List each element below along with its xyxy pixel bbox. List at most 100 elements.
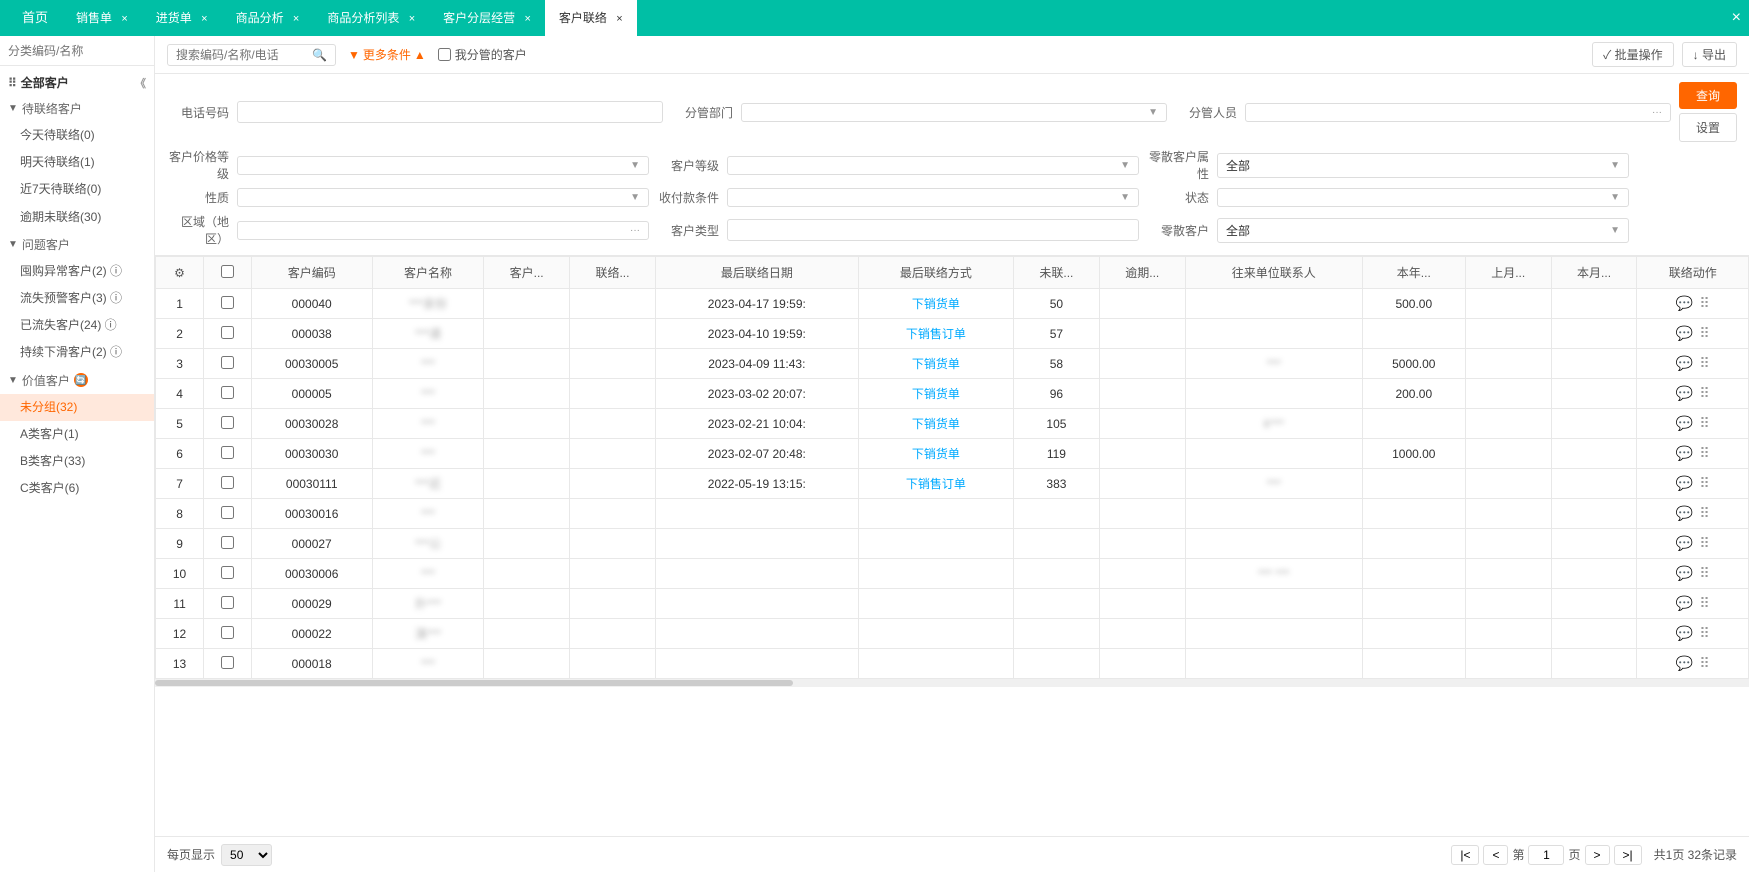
more-icon[interactable]: ⠿	[1699, 385, 1709, 402]
filter-payment-select[interactable]: ▼	[727, 188, 1139, 207]
reset-btn[interactable]: 设置	[1679, 113, 1737, 142]
row-last-method[interactable]: 下销货单	[858, 379, 1013, 409]
row-checkbox-cell[interactable]	[204, 529, 251, 559]
more-icon[interactable]: ⠿	[1699, 415, 1709, 432]
score-item-a[interactable]: A类客户(1)	[0, 421, 154, 448]
chat-icon[interactable]: 💬	[1676, 295, 1693, 312]
row-action[interactable]: 💬⠿	[1637, 409, 1749, 439]
row-action[interactable]: 💬⠿	[1637, 529, 1749, 559]
row-action[interactable]: 💬⠿	[1637, 439, 1749, 469]
row-checkbox-cell[interactable]	[204, 409, 251, 439]
pending-item-7days[interactable]: 近7天待联络(0)	[0, 176, 154, 203]
more-icon[interactable]: ⠿	[1699, 325, 1709, 342]
row-last-method[interactable]: 下销货单	[858, 409, 1013, 439]
more-icon[interactable]: ⠿	[1699, 445, 1709, 462]
more-icon[interactable]: ⠿	[1699, 625, 1709, 642]
row-checkbox[interactable]	[221, 596, 234, 609]
row-action[interactable]: 💬⠿	[1637, 619, 1749, 649]
row-checkbox[interactable]	[221, 386, 234, 399]
row-action[interactable]: 💬⠿	[1637, 559, 1749, 589]
row-checkbox-cell[interactable]	[204, 319, 251, 349]
nav-purchase[interactable]: 进货单 ×	[142, 0, 222, 36]
row-last-method[interactable]: 下销货单	[858, 439, 1013, 469]
batch-ops-btn[interactable]: ✓ 批量操作	[1592, 42, 1674, 67]
row-last-method-link[interactable]: 下销货单	[912, 387, 960, 401]
row-checkbox-cell[interactable]	[204, 349, 251, 379]
row-action[interactable]: 💬⠿	[1637, 469, 1749, 499]
row-action[interactable]: 💬⠿	[1637, 349, 1749, 379]
row-checkbox-cell[interactable]	[204, 469, 251, 499]
more-icon[interactable]: ⠿	[1699, 355, 1709, 372]
filter-scatter-cust-select[interactable]: 全部▼	[1217, 218, 1629, 243]
row-checkbox[interactable]	[221, 446, 234, 459]
row-last-method[interactable]: 下销货单	[858, 349, 1013, 379]
row-last-method-link[interactable]: 下销售订单	[906, 477, 966, 491]
nav-home[interactable]: 首页	[8, 0, 62, 36]
all-customers-header[interactable]: ⠿ 全部客户 《	[0, 66, 154, 95]
more-conditions-btn[interactable]: ▼ 更多条件 ▲	[348, 46, 426, 63]
row-checkbox[interactable]	[221, 506, 234, 519]
nav-product-analysis-list[interactable]: 商品分析列表 ×	[313, 0, 429, 36]
nav-sales[interactable]: 销售单 ×	[62, 0, 142, 36]
chat-icon[interactable]: 💬	[1676, 355, 1693, 372]
close-all-icon[interactable]: ×	[1732, 9, 1741, 27]
more-icon[interactable]: ⠿	[1699, 505, 1709, 522]
chat-icon[interactable]: 💬	[1676, 505, 1693, 522]
filter-region-input[interactable]: ···	[237, 221, 649, 240]
filter-dept-select[interactable]: ▼	[741, 103, 1167, 122]
score-item-c[interactable]: C类客户(6)	[0, 475, 154, 502]
prev-page-btn[interactable]: <	[1483, 845, 1508, 865]
last-page-btn[interactable]: >|	[1614, 845, 1642, 865]
problem-item-declining[interactable]: 持续下滑客户(2) ⓘ	[0, 339, 154, 366]
row-checkbox-cell[interactable]	[204, 439, 251, 469]
row-checkbox-cell[interactable]	[204, 559, 251, 589]
chat-icon[interactable]: 💬	[1676, 595, 1693, 612]
row-last-method[interactable]: 下销售订单	[858, 469, 1013, 499]
row-last-method-link[interactable]: 下销货单	[912, 357, 960, 371]
row-last-method[interactable]: 下销售订单	[858, 319, 1013, 349]
chat-icon[interactable]: 💬	[1676, 625, 1693, 642]
first-page-btn[interactable]: |<	[1451, 845, 1479, 865]
filter-phone-input[interactable]	[237, 101, 663, 123]
row-action[interactable]: 💬⠿	[1637, 589, 1749, 619]
more-icon[interactable]: ⠿	[1699, 655, 1709, 672]
pending-item-today[interactable]: 今天待联络(0)	[0, 122, 154, 149]
more-icon[interactable]: ⠿	[1699, 475, 1709, 492]
pending-group-title[interactable]: ▼ 待联络客户	[0, 95, 154, 122]
sidebar-search-input[interactable]	[8, 44, 155, 58]
row-checkbox[interactable]	[221, 536, 234, 549]
nav-customer-contact[interactable]: 客户联络 ×	[545, 0, 637, 36]
my-customers-checkbox[interactable]	[438, 48, 451, 61]
chat-icon[interactable]: 💬	[1676, 445, 1693, 462]
score-item-b[interactable]: B类客户(33)	[0, 448, 154, 475]
export-btn[interactable]: ↓ 导出	[1682, 42, 1737, 67]
filter-person-input[interactable]: ···	[1245, 103, 1671, 122]
pending-item-tomorrow[interactable]: 明天待联络(1)	[0, 149, 154, 176]
col-checkbox[interactable]	[204, 257, 251, 289]
filter-status-select[interactable]: ▼	[1217, 188, 1629, 207]
nav-customer-segment[interactable]: 客户分层经营 ×	[429, 0, 545, 36]
score-item-ungroup[interactable]: 未分组(32)	[0, 394, 154, 421]
chat-icon[interactable]: 💬	[1676, 475, 1693, 492]
row-last-method[interactable]: 下销货单	[858, 289, 1013, 319]
row-action[interactable]: 💬⠿	[1637, 649, 1749, 679]
nav-product-analysis[interactable]: 商品分析 ×	[222, 0, 314, 36]
row-last-method-link[interactable]: 下销售订单	[906, 327, 966, 341]
filter-cust-type-input[interactable]	[727, 219, 1139, 241]
problem-group-title[interactable]: ▼ 问题客户	[0, 231, 154, 258]
col-settings[interactable]: ⚙	[156, 257, 204, 289]
row-checkbox[interactable]	[221, 476, 234, 489]
row-action[interactable]: 💬⠿	[1637, 379, 1749, 409]
more-icon[interactable]: ⠿	[1699, 295, 1709, 312]
row-checkbox-cell[interactable]	[204, 379, 251, 409]
row-last-method-link[interactable]: 下销货单	[912, 447, 960, 461]
row-last-method-link[interactable]: 下销货单	[912, 297, 960, 311]
row-checkbox-cell[interactable]	[204, 589, 251, 619]
filter-scatter-attr-select[interactable]: 全部▼	[1217, 153, 1629, 178]
page-number-input[interactable]	[1528, 845, 1564, 865]
row-checkbox-cell[interactable]	[204, 289, 251, 319]
row-checkbox[interactable]	[221, 566, 234, 579]
row-action[interactable]: 💬⠿	[1637, 319, 1749, 349]
more-icon[interactable]: ⠿	[1699, 565, 1709, 582]
row-action[interactable]: 💬⠿	[1637, 499, 1749, 529]
